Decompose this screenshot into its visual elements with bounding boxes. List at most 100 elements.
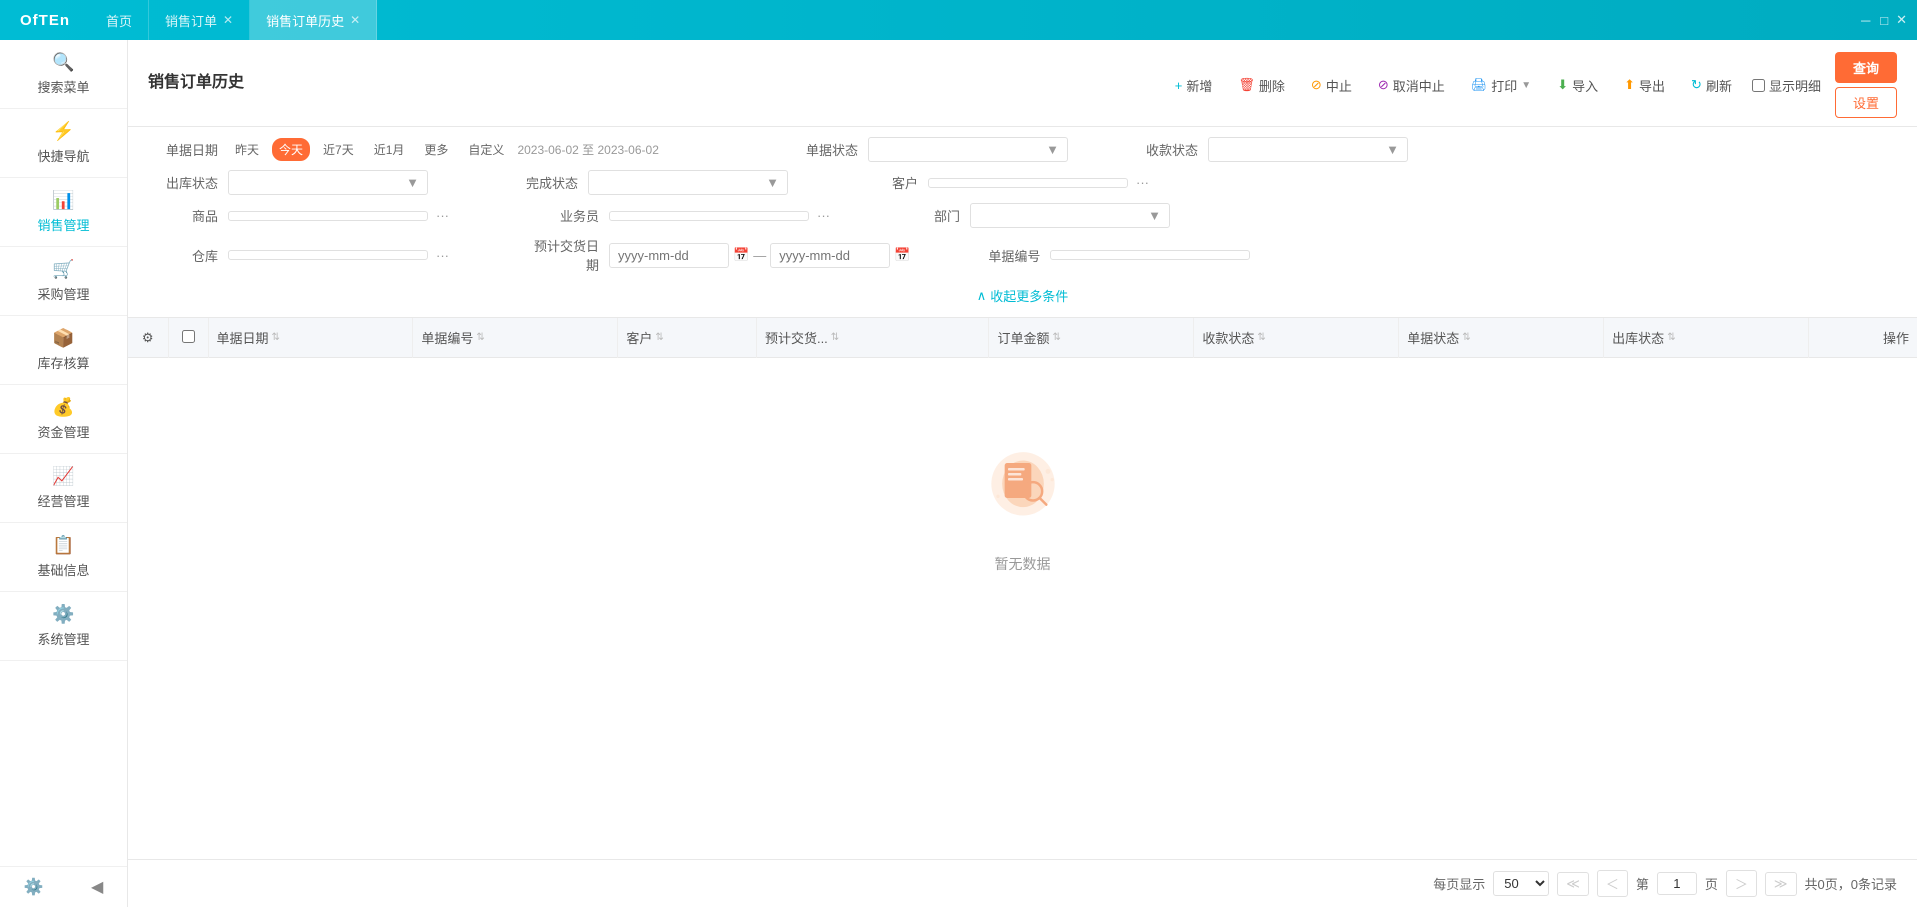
th-customer-label: 客户 [626, 328, 652, 347]
show-detail-wrap: 显示明细 [1752, 76, 1821, 95]
th-delivery-status[interactable]: 出库状态 ⇅ [1604, 318, 1809, 358]
date-custom[interactable]: 自定义 [461, 138, 511, 161]
sidebar-settings-icon[interactable]: ⚙️ [24, 877, 44, 897]
maximize-icon[interactable]: □ [1880, 13, 1888, 28]
order-number-input[interactable] [1050, 250, 1250, 260]
collapse-label: 收起更多条件 [990, 286, 1068, 305]
th-operation: 操作 [1809, 318, 1917, 358]
warehouse-input[interactable] [228, 250, 428, 260]
import-button[interactable]: ⬇ 导入 [1547, 71, 1608, 100]
export-label: 导出 [1639, 76, 1665, 95]
calendar-end-icon[interactable]: 📅 [894, 247, 910, 263]
stop-button[interactable]: ⊘ 中止 [1301, 71, 1362, 100]
tab-home[interactable]: 首页 [90, 0, 149, 40]
customer-input[interactable] [928, 178, 1128, 188]
sidebar-item-search-menu[interactable]: 🔍 搜索菜单 [0, 40, 127, 109]
first-page-button[interactable]: ≪ [1557, 872, 1589, 896]
tab-sales-order-history-close[interactable]: ✕ [350, 13, 360, 27]
tab-home-label: 首页 [106, 11, 132, 30]
completion-status-select[interactable]: ▼ [588, 170, 788, 195]
cancel-stop-label: 取消中止 [1393, 76, 1445, 95]
date-yesterday[interactable]: 昨天 [228, 138, 266, 161]
salesperson-input[interactable] [609, 211, 809, 221]
prev-page-button[interactable]: ＜ [1597, 870, 1628, 897]
new-button[interactable]: + 新增 [1165, 71, 1223, 100]
payment-status-select[interactable]: ▼ [1208, 137, 1408, 162]
th-amount[interactable]: 订单金额 ⇅ [989, 318, 1194, 358]
settings-icon[interactable]: ⚙ [142, 330, 154, 345]
refresh-label: 刷新 [1706, 76, 1732, 95]
calendar-start-icon[interactable]: 📅 [733, 247, 749, 263]
settings-button[interactable]: 设置 [1835, 87, 1897, 118]
collapse-bar[interactable]: ∧ 收起更多条件 [148, 282, 1897, 307]
minimize-icon[interactable]: － [1859, 11, 1872, 30]
sidebar-collapse-icon[interactable]: ◀ [91, 877, 103, 897]
th-number[interactable]: 单据编号 ⇅ [413, 318, 618, 358]
th-expected-delivery-label: 预计交货... [765, 328, 828, 347]
delete-button[interactable]: 🗑 删除 [1228, 71, 1295, 100]
sidebar-item-data[interactable]: 📋 基础信息 [0, 523, 127, 592]
th-checkbox[interactable] [168, 318, 208, 358]
next-page-button[interactable]: ＞ [1726, 870, 1757, 897]
sidebar-bottom: ⚙️ ◀ [0, 866, 127, 907]
cancel-stop-button[interactable]: ⊘ 取消中止 [1368, 71, 1455, 100]
th-settings[interactable]: ⚙ [128, 318, 168, 358]
topbar-tabs: 首页 销售订单 ✕ 销售订单历史 ✕ [90, 0, 377, 40]
expected-delivery-wrap: 📅 — 📅 [609, 243, 910, 268]
goods-input[interactable] [228, 211, 428, 221]
print-button[interactable]: 🖨 打印 ▼ [1461, 71, 1541, 100]
sidebar-item-sales-label: 销售管理 [37, 215, 89, 234]
sidebar-item-operations[interactable]: 📈 经营管理 [0, 454, 127, 523]
warehouse-dotdot[interactable]: ··· [436, 248, 449, 263]
sidebar-item-system[interactable]: ⚙️ 系统管理 [0, 592, 127, 661]
select-all-checkbox[interactable] [182, 330, 195, 343]
sidebar-item-sales[interactable]: 📊 销售管理 [0, 178, 127, 247]
table-header-row: ⚙ 单据日期 ⇅ 单据编号 [128, 318, 1917, 358]
tab-sales-order-history[interactable]: 销售订单历史 ✕ [250, 0, 377, 40]
data-icon: 📋 [52, 535, 74, 556]
th-expected-delivery[interactable]: 预计交货... ⇅ [756, 318, 989, 358]
filter-row-2: 出库状态 ▼ 完成状态 ▼ 客户 ··· [148, 170, 1897, 195]
topbar-right: － □ ✕ [1859, 11, 1917, 30]
search-button[interactable]: 查询 [1835, 52, 1897, 83]
tab-sales-order-close[interactable]: ✕ [223, 13, 233, 27]
show-detail-checkbox[interactable] [1752, 79, 1765, 92]
expected-delivery-label: 预计交货日期 [529, 236, 609, 274]
last-page-button[interactable]: ≫ [1765, 872, 1797, 896]
date-1month[interactable]: 近1月 [367, 138, 412, 161]
th-customer[interactable]: 客户 ⇅ [618, 318, 757, 358]
sidebar-item-inventory[interactable]: 📦 库存核算 [0, 316, 127, 385]
refresh-button[interactable]: ↻ 刷新 [1681, 71, 1742, 100]
delivery-status-select[interactable]: ▼ [228, 170, 428, 195]
th-number-label: 单据编号 [421, 328, 473, 347]
customer-dotdot[interactable]: ··· [1136, 175, 1149, 190]
th-order-status[interactable]: 单据状态 ⇅ [1399, 318, 1604, 358]
sidebar-item-quick-nav[interactable]: ⚡ 快捷导航 [0, 109, 127, 178]
search-menu-icon: 🔍 [52, 52, 74, 73]
new-icon: + [1175, 78, 1183, 93]
date-7days[interactable]: 近7天 [316, 138, 361, 161]
order-status-select[interactable]: ▼ [868, 137, 1068, 162]
tab-sales-order[interactable]: 销售订单 ✕ [149, 0, 250, 40]
sort-date-icon: ⇅ [272, 332, 280, 343]
expected-delivery-end[interactable] [770, 243, 890, 268]
dept-label: 部门 [890, 206, 970, 225]
tab-sales-order-history-label: 销售订单历史 [266, 11, 344, 30]
goods-label: 商品 [148, 206, 228, 225]
delete-icon: 🗑 [1238, 77, 1255, 93]
sort-amount-icon: ⇅ [1052, 332, 1060, 343]
close-window-icon[interactable]: ✕ [1896, 12, 1907, 28]
th-date[interactable]: 单据日期 ⇅ [208, 318, 413, 358]
th-payment-status[interactable]: 收款状态 ⇅ [1194, 318, 1399, 358]
expected-delivery-start[interactable] [609, 243, 729, 268]
sidebar-item-finance[interactable]: 💰 资金管理 [0, 385, 127, 454]
goods-dotdot[interactable]: ··· [436, 208, 449, 223]
export-button[interactable]: ⬆ 导出 [1614, 71, 1675, 100]
salesperson-dotdot[interactable]: ··· [817, 208, 830, 223]
page-input[interactable] [1657, 872, 1697, 895]
date-more[interactable]: 更多 [417, 138, 455, 161]
dept-select[interactable]: ▼ [970, 203, 1170, 228]
date-today[interactable]: 今天 [272, 138, 310, 161]
per-page-select[interactable]: 50 10 20 100 [1493, 871, 1549, 896]
sidebar-item-purchase[interactable]: 🛒 采购管理 [0, 247, 127, 316]
